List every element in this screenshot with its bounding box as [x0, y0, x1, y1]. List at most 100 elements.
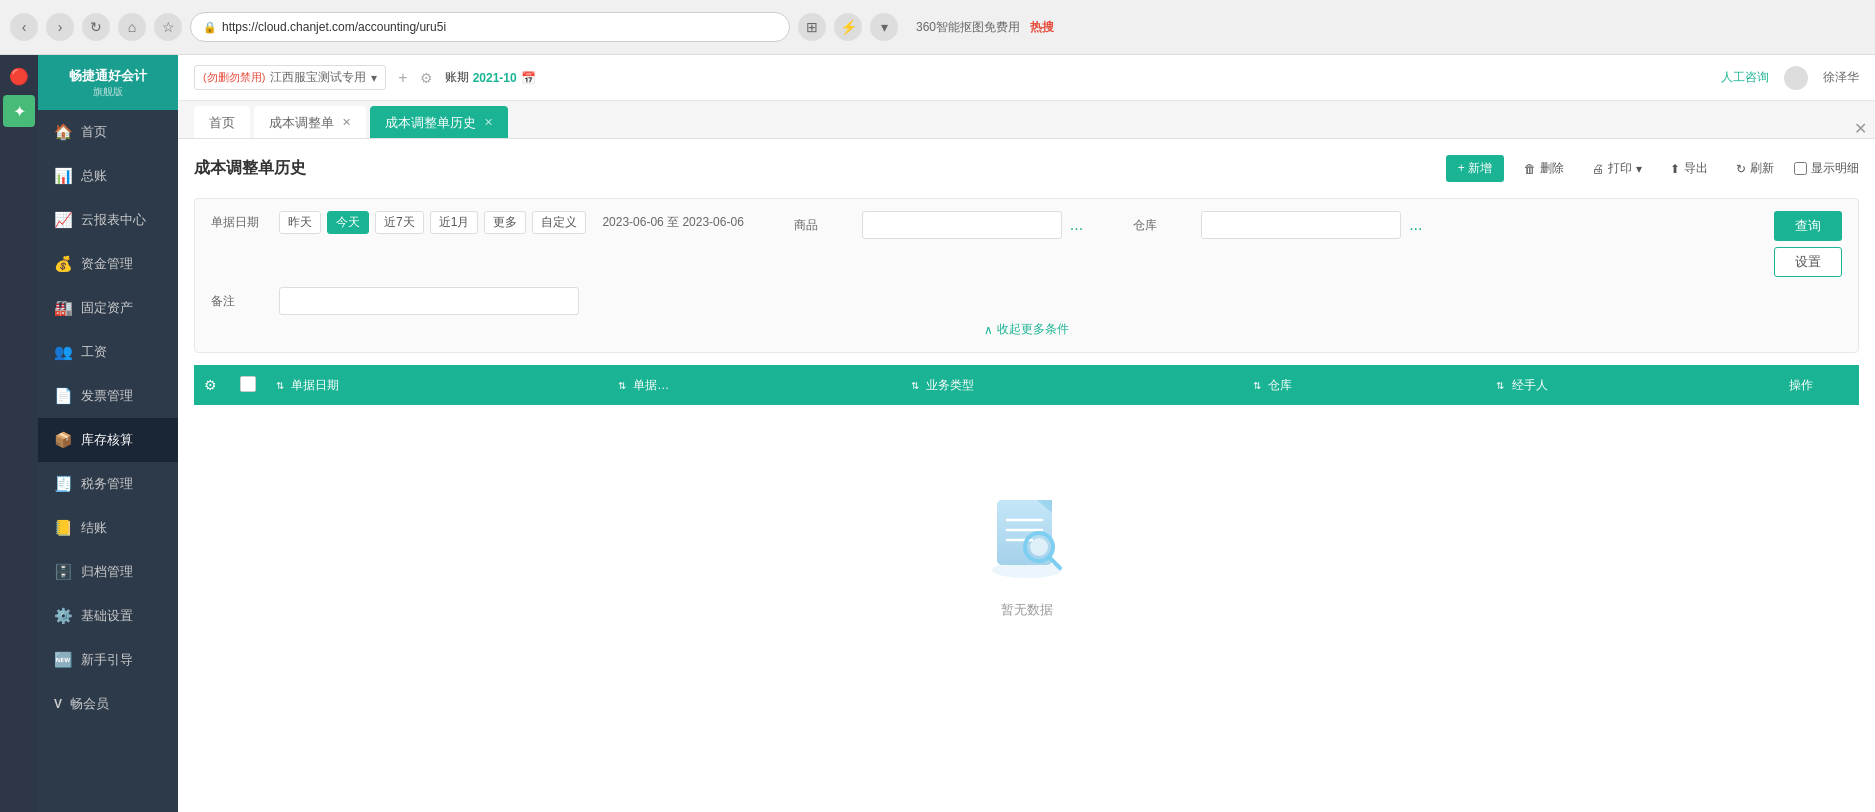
- lock-icon: 🔒: [203, 21, 217, 34]
- sidebar-item-settings[interactable]: ⚙️ 基础设置: [38, 594, 178, 638]
- lightning-button[interactable]: ⚡: [834, 13, 862, 41]
- date-today[interactable]: 今天: [327, 211, 369, 234]
- company-selector[interactable]: (勿删勿禁用) 江西服宝测试专用 ▾: [194, 65, 386, 90]
- export-button[interactable]: ⬆ 导出: [1662, 156, 1716, 181]
- settings-filter-button[interactable]: 设置: [1774, 247, 1842, 277]
- tab-cost-adjust-history[interactable]: 成本调整单历史 ✕: [370, 106, 508, 138]
- delete-button[interactable]: 🗑 删除: [1516, 156, 1572, 181]
- invoice-icon: 📄: [54, 387, 73, 405]
- date-1month[interactable]: 近1月: [430, 211, 479, 234]
- date-custom[interactable]: 自定义: [532, 211, 586, 234]
- warehouse-filter-label: 仓库: [1133, 217, 1193, 234]
- sidebar-item-ledger[interactable]: 📊 总账: [38, 154, 178, 198]
- payroll-icon: 👥: [54, 343, 73, 361]
- dropdown-button[interactable]: ▾: [870, 13, 898, 41]
- plus-icon[interactable]: +: [398, 69, 407, 87]
- back-button[interactable]: ‹: [10, 13, 38, 41]
- sidebar-item-archive[interactable]: 🗄️ 归档管理: [38, 550, 178, 594]
- th-warehouse[interactable]: 仓库: [1243, 365, 1487, 405]
- date-more[interactable]: 更多: [484, 211, 526, 234]
- home-button[interactable]: ⌂: [118, 13, 146, 41]
- sidebar-item-close-period[interactable]: 📒 结账: [38, 506, 178, 550]
- sidebar-item-payroll[interactable]: 👥 工资: [38, 330, 178, 374]
- settings-icon-topbar[interactable]: ⚙: [420, 70, 433, 86]
- logo-title: 畅捷通好会计: [69, 67, 147, 85]
- sidebar-item-home[interactable]: 🏠 首页: [38, 110, 178, 154]
- sidebar-item-archive-label: 归档管理: [81, 563, 133, 581]
- collapse-filter-btn[interactable]: ∧ 收起更多条件: [211, 315, 1842, 340]
- sidebar-item-cloud-report[interactable]: 📈 云报表中心: [38, 198, 178, 242]
- warehouse-input[interactable]: [1201, 211, 1401, 239]
- date-yesterday[interactable]: 昨天: [279, 211, 321, 234]
- sidebar-item-finance[interactable]: 💰 资金管理: [38, 242, 178, 286]
- dropdown-arrow-icon: ▾: [371, 71, 377, 85]
- url-bar[interactable]: 🔒 https://cloud.chanjet.com/accounting/u…: [190, 12, 790, 42]
- empty-text: 暂无数据: [1001, 601, 1053, 619]
- icon-bar-main[interactable]: ✦: [3, 95, 35, 127]
- main-content: (勿删勿禁用) 江西服宝测试专用 ▾ + ⚙ 账期 2021-10 📅 人工咨询…: [178, 55, 1875, 812]
- tab-cost-adjust-close[interactable]: ✕: [342, 116, 351, 129]
- th-date[interactable]: 单据日期: [266, 365, 608, 405]
- th-number[interactable]: 单据…: [608, 365, 901, 405]
- goods-input[interactable]: [862, 211, 1062, 239]
- top-bar-right: 人工咨询 徐泽华: [1721, 66, 1859, 90]
- th-date-label: 单据日期: [291, 378, 339, 392]
- select-all-checkbox[interactable]: [240, 376, 256, 392]
- remark-input[interactable]: [279, 287, 579, 315]
- tab-home-label: 首页: [209, 114, 235, 132]
- archive-icon: 🗄️: [54, 563, 73, 581]
- remark-filter-label: 备注: [211, 293, 271, 310]
- warehouse-more-btn[interactable]: ...: [1409, 216, 1422, 234]
- filter-area: 单据日期 昨天 今天 近7天 近1月 更多 自定义 2023-06-06 至 2…: [194, 198, 1859, 353]
- th-settings[interactable]: ⚙: [194, 365, 230, 405]
- display-cols-checkbox[interactable]: [1794, 162, 1807, 175]
- delete-icon: 🗑: [1524, 162, 1536, 176]
- sidebar-item-member-label: 畅会员: [70, 695, 109, 713]
- data-table: ⚙ 单据日期 单据… 业务类型: [194, 365, 1859, 405]
- new-button[interactable]: + 新增: [1446, 155, 1504, 182]
- sidebar-item-tax[interactable]: 🧾 税务管理: [38, 462, 178, 506]
- user-name[interactable]: 徐泽华: [1823, 69, 1859, 86]
- reload-button[interactable]: ↻: [82, 13, 110, 41]
- sidebar-item-settings-label: 基础设置: [81, 607, 133, 625]
- date-range-value: 2023-06-06 至 2023-06-06: [602, 214, 743, 231]
- display-cols-toggle[interactable]: 显示明细: [1794, 160, 1859, 177]
- sidebar-item-guide[interactable]: 🆕 新手引导: [38, 638, 178, 682]
- print-button[interactable]: 🖨 打印 ▾: [1584, 156, 1650, 181]
- home-icon: 🏠: [54, 123, 73, 141]
- calendar-icon[interactable]: 📅: [521, 71, 536, 85]
- print-icon: 🖨: [1592, 162, 1604, 176]
- ledger-icon: 📊: [54, 167, 73, 185]
- apps-button[interactable]: ⊞: [798, 13, 826, 41]
- sidebar-item-member[interactable]: V 畅会员: [38, 682, 178, 726]
- service-label[interactable]: 人工咨询: [1721, 69, 1769, 86]
- forward-button[interactable]: ›: [46, 13, 74, 41]
- finance-icon: 💰: [54, 255, 73, 273]
- period-badge: 账期 2021-10 📅: [445, 69, 536, 86]
- query-button[interactable]: 查询: [1774, 211, 1842, 241]
- sidebar-item-fixed-assets[interactable]: 🏭 固定资产: [38, 286, 178, 330]
- bookmark-button[interactable]: ☆: [154, 13, 182, 41]
- close-tab-right[interactable]: ✕: [1854, 119, 1867, 138]
- logo-sub: 旗舰版: [93, 85, 123, 99]
- sidebar-item-inventory[interactable]: 📦 库存核算: [38, 418, 178, 462]
- sidebar-item-fixed-assets-label: 固定资产: [81, 299, 133, 317]
- refresh-button[interactable]: ↻ 刷新: [1728, 156, 1782, 181]
- empty-state: 暂无数据: [194, 405, 1859, 699]
- th-biz-type[interactable]: 业务类型: [901, 365, 1243, 405]
- sidebar-item-tax-label: 税务管理: [81, 475, 133, 493]
- tab-home[interactable]: 首页: [194, 106, 250, 138]
- tax-icon: 🧾: [54, 475, 73, 493]
- th-handler[interactable]: 经手人: [1486, 365, 1779, 405]
- hot-label: 热搜: [1030, 19, 1054, 36]
- gear-icon: ⚙: [204, 377, 217, 393]
- goods-filter-label: 商品: [794, 217, 854, 234]
- company-warning: (勿删勿禁用): [203, 70, 265, 85]
- icon-bar-weibo[interactable]: 🔴: [3, 60, 35, 92]
- sidebar-item-invoice[interactable]: 📄 发票管理: [38, 374, 178, 418]
- tab-cost-adjust-history-close[interactable]: ✕: [484, 116, 493, 129]
- th-checkbox[interactable]: [230, 365, 266, 405]
- date-7days[interactable]: 近7天: [375, 211, 424, 234]
- tab-cost-adjust[interactable]: 成本调整单 ✕: [254, 106, 366, 138]
- goods-more-btn[interactable]: ...: [1070, 216, 1083, 234]
